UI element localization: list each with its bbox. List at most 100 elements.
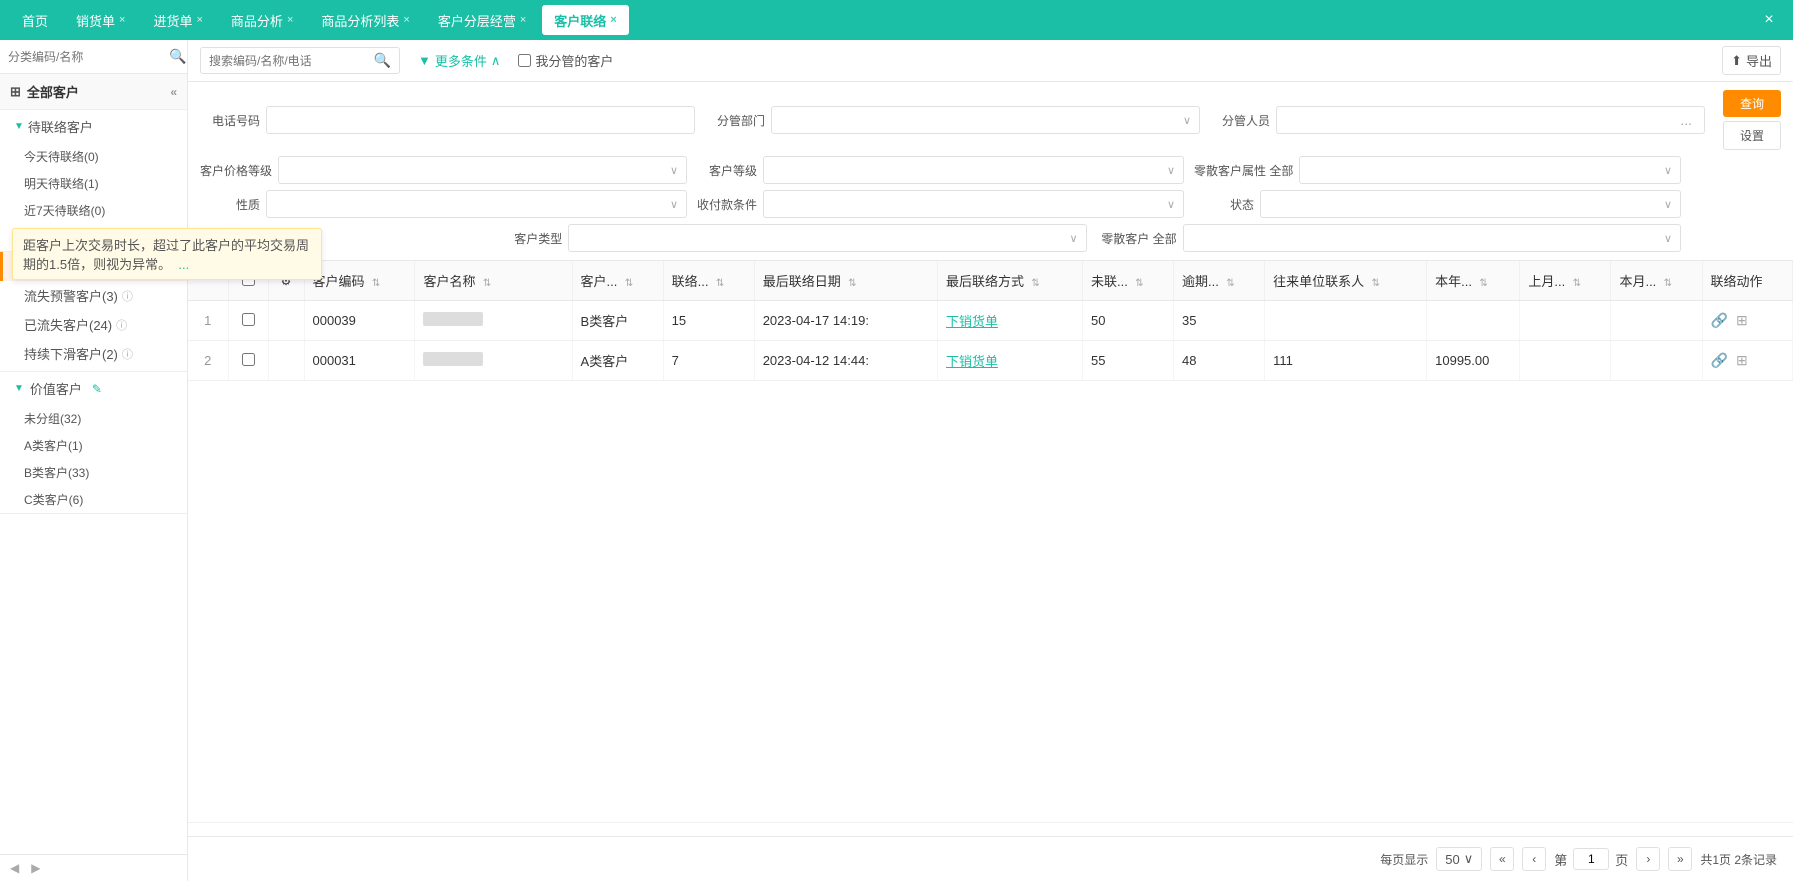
payment-select[interactable]: ∨ [763, 190, 1184, 218]
row2-action-icons: 🔗 ⊞ [1711, 352, 1784, 369]
settings-button[interactable]: 设置 [1723, 121, 1781, 150]
filter-retail: 零散客户 全部 ∨ [1097, 224, 1681, 252]
sidebar-pending-title[interactable]: ▼ 待联络客户 [0, 110, 187, 143]
sidebar-item-ungroup[interactable]: 未分组(32) [0, 405, 187, 432]
customer-type-chevron-icon: ∨ [1070, 232, 1078, 245]
row2-link-icon[interactable]: 🔗 [1711, 352, 1728, 369]
row2-action: 🔗 ⊞ [1702, 341, 1792, 381]
th-this-month[interactable]: 本月... ⇅ [1611, 261, 1702, 301]
sidebar-search-input[interactable] [8, 50, 163, 64]
row1-grid-icon[interactable]: ⊞ [1736, 312, 1748, 329]
retail-attr-select[interactable]: ∨ [1299, 156, 1681, 184]
nav-close-sales-order[interactable]: × [119, 14, 125, 26]
row1-action-icons: 🔗 ⊞ [1711, 312, 1784, 329]
row2-name-blurred [423, 352, 483, 366]
sidebar-item-c-class[interactable]: C类客户(6) [0, 486, 187, 513]
price-level-select[interactable]: ∨ [278, 156, 687, 184]
sidebar-item-b-class[interactable]: B类客户(33) [0, 459, 187, 486]
dept-select[interactable]: ∨ [771, 106, 1200, 134]
nav-close-customer-segment[interactable]: × [520, 14, 526, 26]
tooltip-more[interactable]: ... [178, 257, 189, 272]
th-year-amount[interactable]: 本年... ⇅ [1427, 261, 1520, 301]
sidebar-arrow-left[interactable]: ◀ [4, 859, 25, 877]
sidebar-item-a-class[interactable]: A类客户(1) [0, 432, 187, 459]
my-customers-checkbox-label[interactable]: 我分管的客户 [518, 51, 613, 70]
nav-home[interactable]: 首页 [10, 5, 60, 35]
row2-grid-icon[interactable]: ⊞ [1736, 352, 1748, 369]
horizontal-scrollbar[interactable] [188, 822, 1793, 836]
edit-icon[interactable]: ✎ [92, 382, 102, 396]
chevron-up-icon: ∧ [491, 53, 501, 69]
sort-date-icon: ⇅ [848, 278, 856, 289]
sidebar-item-loss-warning[interactable]: 流失预警客户(3) ⓘ [0, 281, 187, 310]
triangle-down-icon-2: ▼ [14, 383, 24, 394]
th-overdue[interactable]: 逾期... ⇅ [1174, 261, 1265, 301]
th-type[interactable]: 客户... ⇅ [572, 261, 663, 301]
retail-select[interactable]: ∨ [1183, 224, 1681, 252]
table-row: 1 000039 B类客户 [188, 301, 1793, 341]
th-contact[interactable]: 联络... ⇅ [663, 261, 754, 301]
sidebar-item-7days[interactable]: 近7天待联络(0) [0, 197, 187, 224]
th-last-month[interactable]: 上月... ⇅ [1520, 261, 1611, 301]
prev-page-button[interactable]: ‹ [1522, 847, 1546, 871]
next-page-button[interactable]: › [1636, 847, 1660, 871]
nav-customer-segment[interactable]: 客户分层经营 × [426, 5, 538, 35]
filter-row-2: 客户价格等级 ∨ 客户等级 ∨ 零散客户属性 全部 [200, 156, 1781, 184]
row1-checkbox[interactable] [242, 313, 255, 326]
nav-close-purchase-order[interactable]: × [196, 14, 202, 26]
th-uncontacted[interactable]: 未联... ⇅ [1082, 261, 1173, 301]
th-last-contact-method[interactable]: 最后联络方式 ⇅ [937, 261, 1082, 301]
status-select[interactable]: ∨ [1260, 190, 1681, 218]
nav-close-product-analysis-list[interactable]: × [403, 14, 409, 26]
person-more-icon[interactable]: ... [1676, 112, 1696, 128]
row2-code: 000031 [304, 341, 415, 381]
export-button[interactable]: ⬆ 导出 [1722, 46, 1781, 75]
nav-close-product-analysis[interactable]: × [287, 14, 293, 26]
search-input[interactable] [209, 54, 368, 68]
nav-product-analysis-list[interactable]: 商品分析列表 × [309, 5, 421, 35]
query-button[interactable]: 查询 [1723, 90, 1781, 117]
row2-checkbox[interactable] [242, 353, 255, 366]
sidebar-collapse-button[interactable]: « [170, 85, 177, 99]
nav-sales-order[interactable]: 销货单 × [64, 5, 137, 35]
sidebar-item-lost[interactable]: 已流失客户(24) ⓘ [0, 310, 187, 339]
row1-settings-cell [268, 301, 304, 341]
phone-input[interactable] [266, 106, 695, 134]
sidebar-arrow-right[interactable]: ▶ [25, 859, 46, 877]
row2-checkbox-cell [228, 341, 268, 381]
row1-link-icon[interactable]: 🔗 [1711, 312, 1728, 329]
row2-settings-cell [268, 341, 304, 381]
nav-product-analysis[interactable]: 商品分析 × [219, 5, 305, 35]
more-filter-button[interactable]: ▼ 更多条件 ∧ [410, 47, 508, 74]
customer-type-select[interactable]: ∨ [568, 224, 1086, 252]
nav-customer-contact[interactable]: 客户联络 × [542, 5, 628, 35]
gender-select[interactable]: ∨ [266, 190, 687, 218]
page-size-select[interactable]: 50 ∨ [1436, 847, 1482, 871]
sidebar-value-title[interactable]: ▼ 价值客户 ✎ [0, 372, 187, 405]
search-box: 🔍 [200, 47, 400, 74]
last-page-button[interactable]: » [1668, 847, 1692, 871]
nav-close-customer-contact[interactable]: × [610, 14, 616, 26]
row1-action: 🔗 ⊞ [1702, 301, 1792, 341]
nav-purchase-order[interactable]: 进货单 × [141, 5, 214, 35]
sidebar-item-tomorrow[interactable]: 明天待联络(1) [0, 170, 187, 197]
filter-row-4: ... 客户类型 ∨ 零散客户 全部 ∨ [200, 224, 1781, 252]
th-name[interactable]: 客户名称 ⇅ [415, 261, 572, 301]
search-icon[interactable]: 🔍 [374, 52, 391, 69]
page-number-input[interactable] [1573, 848, 1609, 870]
customer-level-label: 客户等级 [697, 162, 757, 179]
customer-level-select[interactable]: ∨ [763, 156, 1184, 184]
close-all-button[interactable]: × [1755, 6, 1783, 34]
sidebar-search-icon[interactable]: 🔍 [169, 48, 186, 65]
sidebar-item-declining[interactable]: 持续下滑客户(2) ⓘ [0, 339, 187, 372]
person-select[interactable]: ... [1276, 106, 1705, 134]
th-unit-contact[interactable]: 往来单位联系人 ⇅ [1265, 261, 1427, 301]
th-last-contact-date[interactable]: 最后联络日期 ⇅ [754, 261, 937, 301]
first-page-button[interactable]: « [1490, 847, 1514, 871]
row1-last-method: 下销货单 [937, 301, 1082, 341]
row2-year-amount: 10995.00 [1427, 341, 1520, 381]
sidebar-all-customers[interactable]: ⊞ 全部客户 « [0, 74, 187, 110]
row1-checkbox-cell [228, 301, 268, 341]
sidebar-item-today[interactable]: 今天待联络(0) [0, 143, 187, 170]
my-customers-checkbox[interactable] [518, 54, 531, 67]
